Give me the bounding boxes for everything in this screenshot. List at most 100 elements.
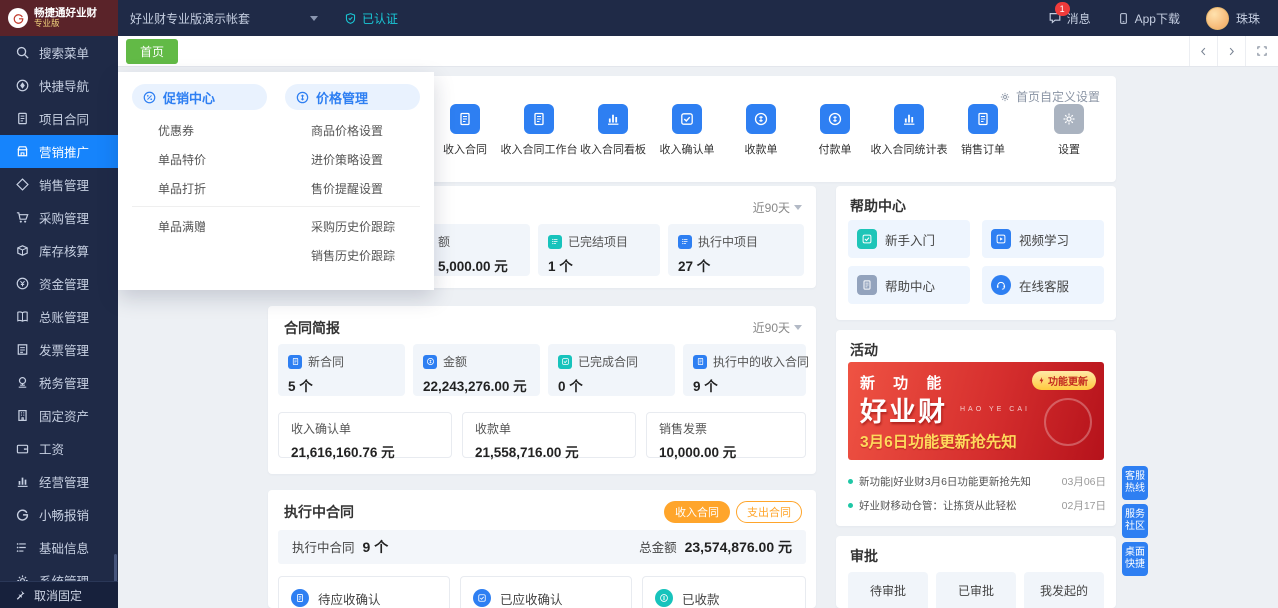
quick-sales-order[interactable]: 销售订单 — [946, 104, 1020, 157]
sidebar-item-label: 总账管理 — [39, 311, 90, 325]
menu-item-purchase-price-strategy[interactable]: 进价策略设置 — [285, 146, 420, 175]
desktop-shortcut-button[interactable]: 桌面快捷 — [1122, 542, 1148, 576]
stat-label: 执行中的收入合同 — [713, 355, 810, 369]
quick-income-confirm[interactable]: 收入确认单 — [650, 104, 724, 157]
quick-income-contract[interactable]: 收入合同 — [428, 104, 502, 157]
messages-button[interactable]: 1 消息 — [1048, 1, 1091, 27]
sidebar-item-search-menu[interactable]: 搜索菜单 — [0, 36, 118, 69]
sidebar-item-tax[interactable]: 税务管理 — [0, 366, 118, 399]
help-getting-started[interactable]: 新手入门 — [848, 220, 970, 258]
sidebar-item-label: 固定资产 — [39, 410, 90, 424]
settings-gear-icon — [1054, 104, 1084, 134]
menu-item-special-price[interactable]: 单品特价 — [132, 146, 267, 175]
sidebar-item-inventory[interactable]: 库存核算 — [0, 234, 118, 267]
menu-item-purchase-price-history[interactable]: 采购历史价跟踪 — [285, 213, 420, 242]
card-title: 执行中合同 — [284, 504, 354, 520]
tab-scroll-right-button[interactable] — [1217, 36, 1245, 66]
contract-amount-stat: 金额 22,243,276.00 元 — [413, 344, 540, 396]
home-customize-label: 首页自定义设置 — [1015, 90, 1100, 104]
help-doc-icon — [857, 275, 877, 295]
quick-income-contract-stats[interactable]: 收入合同统计表 — [871, 104, 948, 157]
sidebar-item-operations[interactable]: 经营管理 — [0, 465, 118, 498]
chevron-down-icon — [794, 205, 802, 210]
service-community-button[interactable]: 服务社区 — [1122, 504, 1148, 538]
project-executing-stat: 执行中项目 27 个 — [668, 224, 804, 276]
tab-controls — [1189, 36, 1278, 66]
etab-label: 已收款 — [682, 592, 720, 607]
total-value: 23,574,876.00 元 — [684, 539, 792, 555]
help-online-service[interactable]: 在线客服 — [982, 266, 1104, 304]
phone-icon — [1117, 12, 1130, 25]
tab-received[interactable]: 已收款 — [642, 576, 806, 608]
sidebar-item-project-contract[interactable]: 项目合同 — [0, 102, 118, 135]
notification-badge: 1 — [1054, 1, 1070, 16]
help-video-learning[interactable]: 视频学习 — [982, 220, 1104, 258]
tab-initiated-by-me[interactable]: 我发起的 — [1024, 572, 1104, 608]
menu-item-gift-with-purchase[interactable]: 单品满赠 — [132, 213, 267, 242]
income-contract-pill[interactable]: 收入合同 — [664, 501, 730, 523]
sales-invoice-docbox[interactable]: 销售发票 10,000.00 元 — [646, 412, 806, 460]
completed-contract-stat: 已完成合同 0 个 — [548, 344, 675, 396]
promo-banner[interactable]: 新 功 能 功能更新 好业财 HAO YE CAI 3月6日功能更新抢先知 — [848, 362, 1104, 460]
quick-settings[interactable]: 设置 — [1032, 104, 1106, 157]
sidebar: 搜索菜单 快捷导航 项目合同 营销推广 销售管理 采购管理 库存核算 资金管理 … — [0, 36, 118, 608]
summary-value: 9 个 — [362, 539, 389, 555]
project-range-dropdown[interactable]: 近90天 — [753, 199, 802, 216]
home-customize-link[interactable]: 首页自定义设置 — [999, 88, 1100, 105]
quick-income-contract-board[interactable]: 收入合同看板 — [576, 104, 650, 157]
executing-contracts-card: 执行中合同 收入合同 支出合同 执行中合同 9 个 总金额 23,574,876.0… — [268, 490, 816, 608]
tab-pending-receivable[interactable]: 待应收确认 — [278, 576, 450, 608]
news-item[interactable]: 好业财移动仓管：让拣货从此轻松 02月17日 — [848, 494, 1106, 516]
user-menu[interactable]: 珠珠 — [1205, 6, 1260, 30]
sidebar-item-general-ledger[interactable]: 总账管理 — [0, 300, 118, 333]
news-item[interactable]: 新功能|好业财3月6日功能更新抢先知 03月06日 — [848, 470, 1106, 492]
summary-label: 执行中合同 — [292, 541, 355, 555]
tab-approved[interactable]: 已审批 — [936, 572, 1016, 608]
contract-range-dropdown[interactable]: 近90天 — [753, 319, 802, 336]
sidebar-item-basic-info[interactable]: 基础信息 — [0, 531, 118, 564]
sidebar-item-quick-nav[interactable]: 快捷导航 — [0, 69, 118, 102]
sidebar-item-fixed-assets[interactable]: 固定资产 — [0, 399, 118, 432]
chart-icon — [15, 474, 30, 489]
sidebar-item-funds[interactable]: 资金管理 — [0, 267, 118, 300]
menu-item-sale-price-alert[interactable]: 售价提醒设置 — [285, 175, 420, 204]
expense-contract-pill[interactable]: 支出合同 — [736, 501, 802, 523]
executing-projects-icon — [678, 234, 692, 249]
receipt-docbox[interactable]: 收款单 21,558,716.00 元 — [462, 412, 636, 460]
tab-home[interactable]: 首页 — [126, 38, 179, 64]
tab-confirmed-receivable[interactable]: 已应收确认 — [460, 576, 632, 608]
menu-item-discount[interactable]: 单品打折 — [132, 175, 267, 204]
tab-pending-approval[interactable]: 待审批 — [848, 572, 928, 608]
quick-payment[interactable]: 付款单 — [798, 104, 872, 157]
stat-value: 22,243,276.00 元 — [423, 379, 527, 394]
receipt-icon — [746, 104, 776, 134]
quick-receipt[interactable]: 收款单 — [724, 104, 798, 157]
help-help-center[interactable]: 帮助中心 — [848, 266, 970, 304]
account-selector[interactable]: 好业财专业版演示帐套 — [130, 10, 318, 27]
unpin-button[interactable]: 取消固定 — [0, 581, 118, 608]
sidebar-item-label: 发票管理 — [39, 344, 90, 358]
received-icon — [655, 589, 673, 607]
contract-brief-card: 合同简报 近90天 新合同 5 个 金额 22,243,276.00 元 已完成… — [268, 306, 816, 474]
sidebar-item-label: 营销推广 — [39, 146, 90, 160]
banner-update-button[interactable]: 功能更新 — [1032, 371, 1096, 390]
sidebar-item-invoice[interactable]: 发票管理 — [0, 333, 118, 366]
sidebar-item-purchase[interactable]: 采购管理 — [0, 201, 118, 234]
quick-income-contract-workbench[interactable]: 收入合同工作台 — [501, 104, 578, 157]
menu-item-product-price-setting[interactable]: 商品价格设置 — [285, 117, 420, 146]
fullscreen-button[interactable] — [1245, 36, 1278, 66]
menu-item-coupon[interactable]: 优惠券 — [132, 117, 267, 146]
sidebar-item-system[interactable]: 系统管理 — [0, 564, 118, 582]
getting-started-icon — [857, 229, 877, 249]
income-confirm-docbox[interactable]: 收入确认单 21,616,160.76 元 — [278, 412, 452, 460]
sidebar-item-marketing[interactable]: 营销推广 — [0, 135, 118, 168]
menu-item-sale-price-history[interactable]: 销售历史价跟踪 — [285, 242, 420, 271]
doc-value: 21,558,716.00 元 — [475, 445, 579, 460]
service-hotline-button[interactable]: 客服热线 — [1122, 466, 1148, 500]
chevron-right-icon — [1226, 46, 1237, 57]
app-download-button[interactable]: App下载 — [1117, 10, 1180, 27]
sidebar-item-payroll[interactable]: 工资 — [0, 432, 118, 465]
tab-scroll-left-button[interactable] — [1189, 36, 1217, 66]
sidebar-item-expense[interactable]: 小畅报销 — [0, 498, 118, 531]
sidebar-item-sales[interactable]: 销售管理 — [0, 168, 118, 201]
